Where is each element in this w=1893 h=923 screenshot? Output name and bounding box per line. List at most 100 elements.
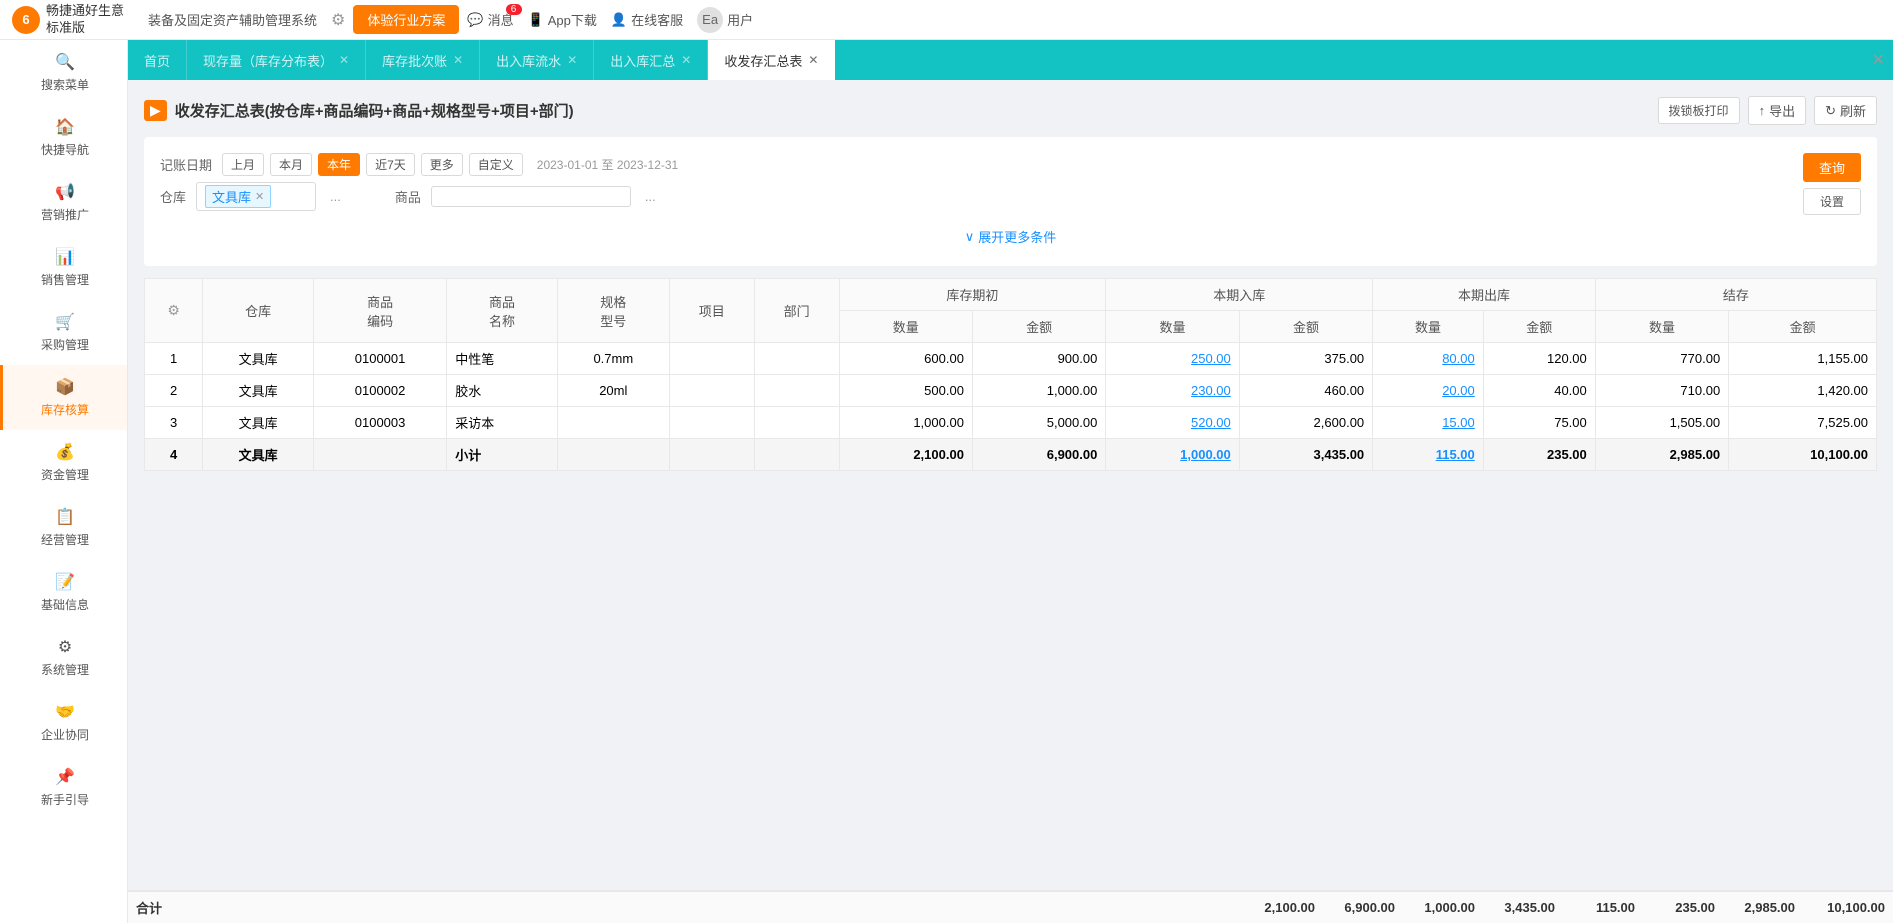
filter-left: 记账日期 上月 本月 本年 近7天 更多 自定义 2023-01-01 至 20… — [160, 153, 1787, 211]
td-subtotal-in-qty[interactable]: 1,000.00 — [1106, 439, 1239, 471]
sidebar-item-system[interactable]: ⚙ 系统管理 — [0, 625, 127, 690]
close-tab-batch[interactable]: ✕ — [453, 53, 463, 67]
td-open-qty-3: 1,000.00 — [839, 407, 972, 439]
th-in: 本期入库 — [1106, 279, 1373, 311]
td-dept-2 — [754, 375, 839, 407]
td-in-qty-3[interactable]: 520.00 — [1106, 407, 1239, 439]
td-out-qty-1[interactable]: 80.00 — [1373, 343, 1484, 375]
app-download-button[interactable]: 📱 App下载 — [528, 10, 597, 29]
date-btn-last-month[interactable]: 上月 — [222, 153, 264, 176]
tab-home[interactable]: 首页 — [128, 40, 187, 80]
td-in-amt-2: 460.00 — [1239, 375, 1372, 407]
close-tab-inout-summary[interactable]: ✕ — [681, 53, 691, 67]
sidebar-item-basic[interactable]: 📝 基础信息 — [0, 560, 127, 625]
th-out: 本期出库 — [1373, 279, 1596, 311]
td-dept-3 — [754, 407, 839, 439]
date-buttons: 上月 本月 本年 近7天 更多 自定义 — [222, 153, 523, 176]
table-gear-icon[interactable]: ⚙ — [167, 302, 180, 318]
goods-more[interactable]: ... — [641, 189, 660, 204]
td-no-1: 1 — [145, 343, 203, 375]
tab-batch[interactable]: 库存批次账 ✕ — [366, 40, 480, 80]
collapse-btn[interactable]: ▶ — [144, 100, 167, 121]
date-btn-this-month[interactable]: 本月 — [270, 153, 312, 176]
download-icon: 📱 — [528, 12, 544, 28]
sidebar-item-finance[interactable]: 💰 资金管理 — [0, 430, 127, 495]
td-subtotal-dept — [754, 439, 839, 471]
td-warehouse-1: 文具库 — [203, 343, 314, 375]
td-code-1: 0100001 — [313, 343, 446, 375]
online-service-button[interactable]: 👤 在线客服 — [611, 10, 683, 29]
warehouse-input[interactable]: 文具库 ✕ — [196, 182, 316, 211]
date-btn-more[interactable]: 更多 — [421, 153, 463, 176]
td-project-1 — [669, 343, 754, 375]
refresh-button[interactable]: ↻ 刷新 — [1814, 96, 1877, 125]
close-tab-recv-send[interactable]: ✕ — [808, 53, 818, 67]
td-out-qty-2[interactable]: 20.00 — [1373, 375, 1484, 407]
table-row: 3 文具库 0100003 采访本 1,000.00 5,000.00 520.… — [145, 407, 1877, 439]
user-menu-button[interactable]: Ea 用户 — [697, 7, 753, 33]
th-settings[interactable]: ⚙ — [145, 279, 203, 343]
tab-recv-send[interactable]: 收发存汇总表 ✕ — [708, 40, 835, 80]
tab-stock-dist[interactable]: 现存量（库存分布表） ✕ — [187, 40, 366, 80]
sidebar-item-guide[interactable]: 📌 新手引导 — [0, 755, 127, 820]
collab-icon: 🤝 — [55, 702, 75, 722]
th-spec: 规格型号 — [557, 279, 669, 343]
goods-input[interactable] — [431, 186, 631, 207]
tab-label-home: 首页 — [144, 51, 170, 70]
main-layout: 🔍 搜索菜单 🏠 快捷导航 📢 营销推广 📊 销售管理 🛒 采购管理 📦 库存核… — [0, 40, 1893, 923]
td-out-amt-2: 40.00 — [1483, 375, 1595, 407]
tab-inout-summary[interactable]: 出入库汇总 ✕ — [594, 40, 708, 80]
warehouse-more[interactable]: ... — [326, 189, 345, 204]
trial-button[interactable]: 体验行业方案 — [353, 5, 459, 34]
td-in-qty-2[interactable]: 230.00 — [1106, 375, 1239, 407]
top-bar: 6 畅捷通好生意 标准版 装备及固定资产辅助管理系统 ⚙ 体验行业方案 💬 消息… — [0, 0, 1893, 40]
remove-warehouse-tag[interactable]: ✕ — [255, 190, 264, 203]
query-button[interactable]: 查询 — [1803, 153, 1861, 182]
sidebar-item-search[interactable]: 🔍 搜索菜单 — [0, 40, 127, 105]
th-opening: 库存期初 — [839, 279, 1106, 311]
sidebar-label-basic: 基础信息 — [41, 596, 89, 613]
settings-button[interactable]: 设置 — [1803, 188, 1861, 215]
warehouse-tag: 文具库 ✕ — [205, 185, 271, 208]
date-btn-7days[interactable]: 近7天 — [366, 153, 415, 176]
export-button[interactable]: ↑ 导出 — [1748, 96, 1807, 125]
date-btn-custom[interactable]: 自定义 — [469, 153, 523, 176]
top-icon-group: 💬 消息 6 📱 App下载 👤 在线客服 Ea 用户 — [467, 7, 753, 33]
total-in-amt: 3,435.00 — [1475, 900, 1555, 915]
date-btn-this-year[interactable]: 本年 — [318, 153, 360, 176]
sidebar-item-marketing[interactable]: 📢 营销推广 — [0, 170, 127, 235]
td-in-qty-1[interactable]: 250.00 — [1106, 343, 1239, 375]
sidebar-label-collab: 企业协同 — [41, 726, 89, 743]
th-in-amt: 金额 — [1239, 311, 1372, 343]
tab-inout-flow[interactable]: 出入库流水 ✕ — [480, 40, 594, 80]
td-subtotal-out-qty[interactable]: 115.00 — [1373, 439, 1484, 471]
th-dept: 部门 — [754, 279, 839, 343]
title-row: ▶ 收发存汇总表(按仓库+商品编码+商品+规格型号+项目+部门) 拨锁板打印 ↑… — [144, 96, 1877, 125]
sidebar-item-purchase[interactable]: 🛒 采购管理 — [0, 300, 127, 365]
sidebar-item-collab[interactable]: 🤝 企业协同 — [0, 690, 127, 755]
filter-top-row: 记账日期 上月 本月 本年 近7天 更多 自定义 2023-01-01 至 20… — [160, 153, 1861, 215]
sidebar-label-system: 系统管理 — [41, 661, 89, 678]
home-icon: 🏠 — [55, 117, 75, 137]
th-name: 商品名称 — [447, 279, 558, 343]
print-button[interactable]: 拨锁板打印 — [1658, 97, 1740, 124]
close-tab-stock-dist[interactable]: ✕ — [339, 53, 349, 67]
close-tab-inout-flow[interactable]: ✕ — [567, 53, 577, 67]
messages-button[interactable]: 💬 消息 6 — [467, 10, 513, 29]
logo-icon: 6 — [12, 6, 40, 34]
expand-conditions-button[interactable]: ∨ 展开更多条件 — [965, 227, 1057, 246]
td-subtotal-no: 4 — [145, 439, 203, 471]
total-close-qty: 2,985.00 — [1715, 900, 1795, 915]
sidebar-item-quick[interactable]: 🏠 快捷导航 — [0, 105, 127, 170]
close-page-button[interactable]: ✕ — [1864, 46, 1893, 74]
search-icon: 🔍 — [55, 52, 75, 72]
td-out-qty-3[interactable]: 15.00 — [1373, 407, 1484, 439]
expand-row: ∨ 展开更多条件 — [160, 223, 1861, 250]
sidebar-item-operations[interactable]: 📋 经营管理 — [0, 495, 127, 560]
sidebar-item-sales[interactable]: 📊 销售管理 — [0, 235, 127, 300]
sidebar-item-inventory[interactable]: 📦 库存核算 — [0, 365, 127, 430]
settings-icon[interactable]: ⚙ — [331, 10, 345, 30]
td-close-qty-1: 770.00 — [1595, 343, 1728, 375]
td-subtotal-in-amt: 3,435.00 — [1239, 439, 1372, 471]
td-in-amt-3: 2,600.00 — [1239, 407, 1372, 439]
